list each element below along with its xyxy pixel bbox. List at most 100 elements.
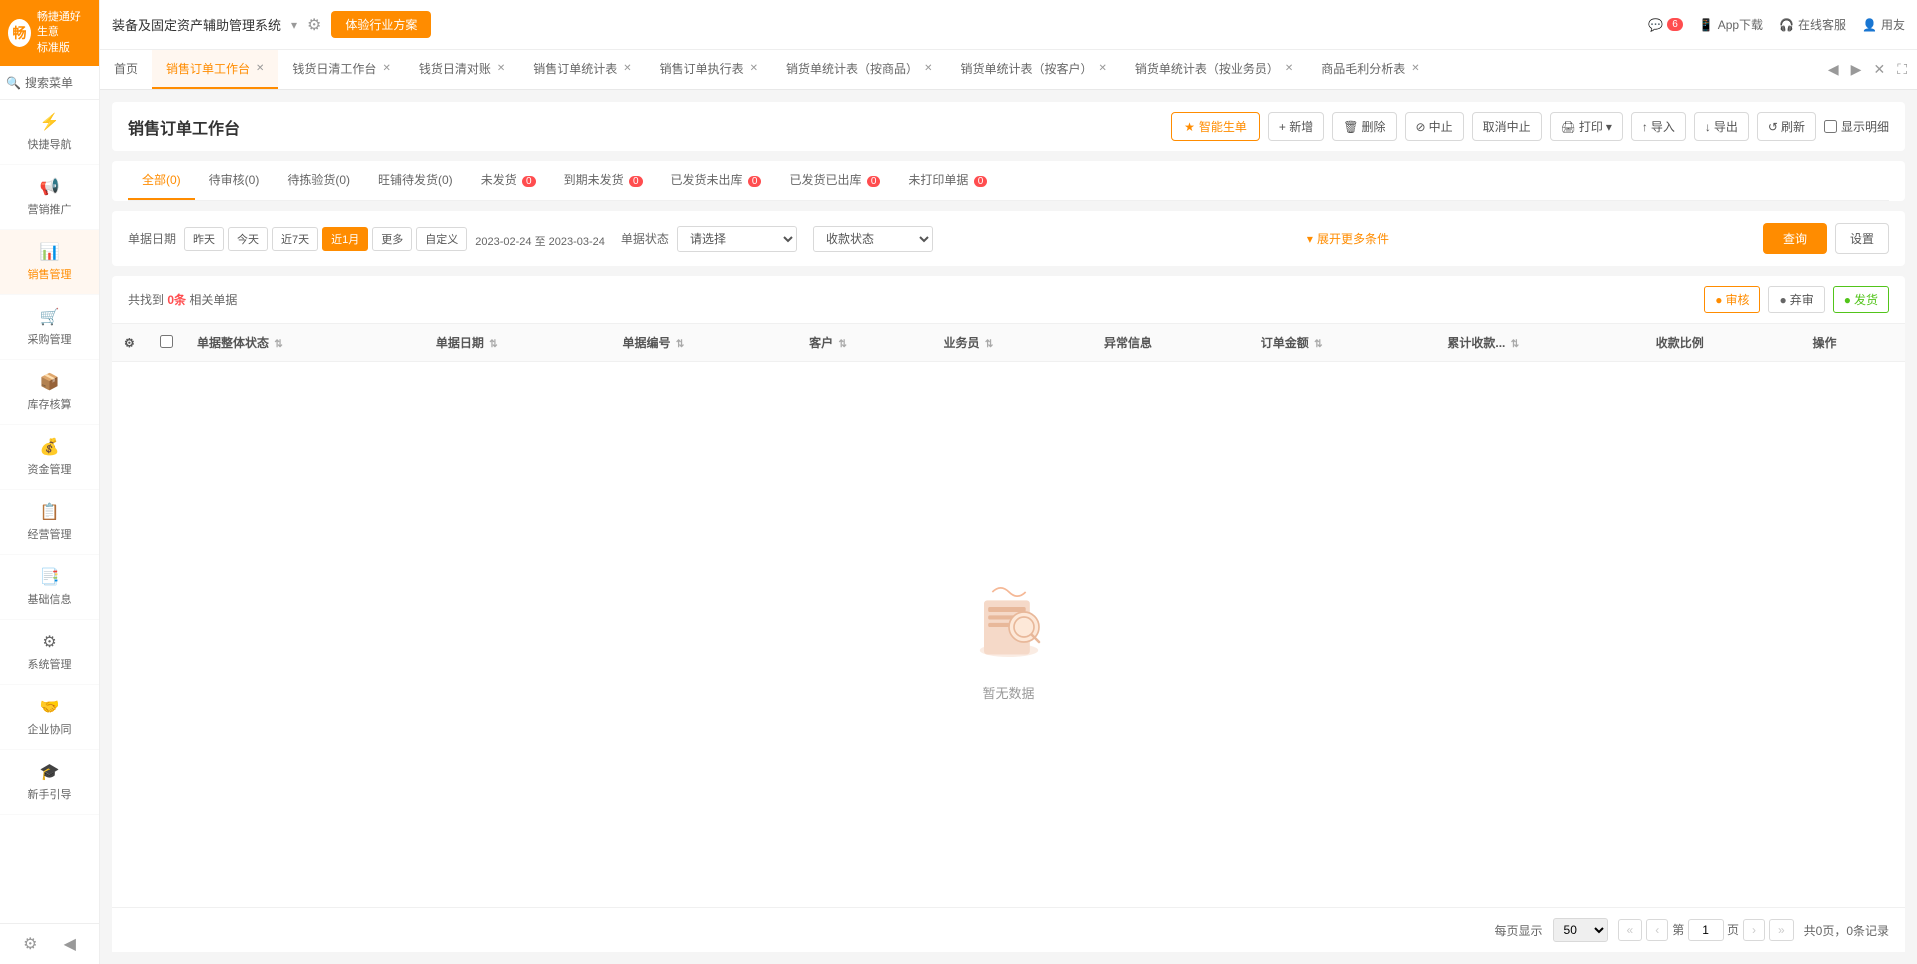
- delete-button[interactable]: 🗑 删除: [1332, 112, 1396, 141]
- yesterday-btn[interactable]: 昨天: [184, 227, 224, 251]
- unshipped-badge: 0: [522, 176, 536, 187]
- filter-tab-pending-inspect[interactable]: 待拣验货(0): [273, 161, 364, 200]
- last-page-button[interactable]: »: [1769, 919, 1794, 941]
- ship-dot: ●: [1844, 293, 1851, 307]
- tab-home[interactable]: 首页: [100, 50, 152, 89]
- filter-tab-shipped-out[interactable]: 已发货已出库 0: [775, 161, 894, 200]
- tab-close-sales-stats[interactable]: ✕: [623, 63, 631, 74]
- search-actions: 查询 设置: [1763, 223, 1889, 254]
- table-scroll[interactable]: ⚙ 单据整体状态 ⇅ 单据日期 ⇅: [112, 324, 1905, 362]
- page-input[interactable]: [1688, 919, 1724, 941]
- tab-sales-exec[interactable]: 销售订单执行表 ✕: [646, 50, 772, 89]
- sidebar-item-basic-info[interactable]: 📑 基础信息: [0, 555, 99, 620]
- filter-tab-unshipped[interactable]: 未发货 0: [467, 161, 550, 200]
- query-button[interactable]: 查询: [1763, 223, 1827, 254]
- settings-icon[interactable]: ⚙: [23, 934, 37, 954]
- sidebar-item-system[interactable]: ⚙ 系统管理: [0, 620, 99, 685]
- tab-close-all-button[interactable]: ✕: [1869, 57, 1889, 82]
- ship-button[interactable]: ● 发货: [1833, 286, 1889, 313]
- expand-conditions-button[interactable]: ▾ 展开更多条件: [1307, 230, 1389, 247]
- page-size-select[interactable]: 50 10 20 100: [1553, 918, 1608, 942]
- tab-close-sales-exec[interactable]: ✕: [750, 63, 758, 74]
- tab-sales-single-staff[interactable]: 销货单统计表（按业务员） ✕: [1121, 50, 1307, 89]
- add-button[interactable]: + 新增: [1268, 112, 1324, 141]
- collapse-icon[interactable]: ◀: [64, 934, 76, 954]
- filter-tab-pending-audit[interactable]: 待审核(0): [195, 161, 274, 200]
- next-page-button[interactable]: ›: [1743, 919, 1765, 941]
- settings-icon[interactable]: ⚙: [307, 15, 321, 35]
- sidebar-item-purchase[interactable]: 🛒 采购管理: [0, 295, 99, 360]
- sidebar-item-quick-nav[interactable]: ⚡ 快捷导航: [0, 100, 99, 165]
- tab-close-single-customer[interactable]: ✕: [1098, 63, 1106, 74]
- tab-close-product-margin[interactable]: ✕: [1411, 63, 1419, 74]
- tab-product-margin[interactable]: 商品毛利分析表 ✕: [1307, 50, 1433, 89]
- filter-tab-shipped-not-out[interactable]: 已发货未出库 0: [657, 161, 776, 200]
- show-detail-checkbox[interactable]: [1824, 120, 1837, 133]
- refresh-button[interactable]: ↺ 刷新: [1757, 112, 1816, 141]
- tab-fullscreen-button[interactable]: ⛶: [1893, 57, 1911, 82]
- sidebar-item-guide[interactable]: 🎓 新手引导: [0, 750, 99, 815]
- sidebar-item-finance[interactable]: 💰 资金管理: [0, 425, 99, 490]
- column-settings-icon[interactable]: ⚙: [124, 336, 135, 350]
- filter-tab-unprinted[interactable]: 未打印单据 0: [894, 161, 1001, 200]
- stop-button[interactable]: ⊘ 中止: [1405, 112, 1464, 141]
- select-all-checkbox[interactable]: [160, 335, 173, 348]
- sidebar-item-collab[interactable]: 🤝 企业协同: [0, 685, 99, 750]
- sort-received-icon[interactable]: ⇅: [1511, 339, 1519, 350]
- tab-close-single-product[interactable]: ✕: [924, 63, 932, 74]
- audit-button[interactable]: ● 审核: [1704, 286, 1760, 313]
- tab-next-button[interactable]: ▶: [1847, 57, 1866, 82]
- smart-create-button[interactable]: ★ 智能生单: [1171, 112, 1260, 141]
- sidebar-item-operations[interactable]: 📋 经营管理: [0, 490, 99, 555]
- prev-page-button[interactable]: ‹: [1646, 919, 1668, 941]
- status-select[interactable]: 请选择: [677, 226, 797, 252]
- more-btn[interactable]: 更多: [372, 227, 412, 251]
- tab-close-single-staff[interactable]: ✕: [1285, 63, 1293, 74]
- tab-sales-workbench[interactable]: 销售订单工作台 ✕: [152, 50, 278, 89]
- setting-button[interactable]: 设置: [1835, 223, 1889, 254]
- sort-number-icon[interactable]: ⇅: [676, 339, 684, 350]
- sidebar-item-marketing[interactable]: 📢 营销推广: [0, 165, 99, 230]
- sort-customer-icon[interactable]: ⇅: [838, 339, 846, 350]
- last1month-btn[interactable]: 近1月: [322, 227, 368, 251]
- tab-sales-single-customer[interactable]: 销货单统计表（按客户） ✕: [946, 50, 1120, 89]
- today-btn[interactable]: 今天: [228, 227, 268, 251]
- message-button[interactable]: 💬 6 💬: [1648, 18, 1683, 32]
- user-menu[interactable]: 👤 用友: [1862, 16, 1905, 33]
- show-detail-checkbox-label[interactable]: 显示明细: [1824, 118, 1889, 135]
- sidebar-item-inventory[interactable]: 📦 库存核算: [0, 360, 99, 425]
- online-service-button[interactable]: 🎧 在线客服: [1779, 16, 1846, 33]
- dropdown-icon[interactable]: ▾: [291, 18, 297, 32]
- sort-salesperson-icon[interactable]: ⇅: [985, 339, 993, 350]
- print-button[interactable]: 🖨 打印 ▾: [1550, 112, 1623, 141]
- tab-prev-button[interactable]: ◀: [1824, 57, 1843, 82]
- filter-tab-all[interactable]: 全部(0): [128, 161, 195, 200]
- sidebar-nav: ⚡ 快捷导航 📢 营销推广 📊 销售管理 🛒 采购管理 📦 库存核算 💰 资金管…: [0, 100, 99, 923]
- filter-tab-overdue[interactable]: 到期未发货 0: [550, 161, 657, 200]
- custom-btn[interactable]: 自定义: [416, 227, 467, 251]
- cancel-stop-button[interactable]: 取消中止: [1472, 112, 1542, 141]
- sidebar-item-sales[interactable]: 📊 销售管理: [0, 230, 99, 295]
- tab-close-sales-workbench[interactable]: ✕: [256, 63, 264, 74]
- filter-tab-wangpu[interactable]: 旺铺待发货(0): [364, 161, 467, 200]
- tab-close-cash-daily[interactable]: ✕: [382, 63, 390, 74]
- tab-sales-single-product[interactable]: 销货单统计表（按商品） ✕: [772, 50, 946, 89]
- tab-cash-reconcile[interactable]: 钱货日清对账 ✕: [405, 50, 519, 89]
- tab-cash-daily[interactable]: 钱货日清工作台 ✕: [278, 50, 404, 89]
- tab-sales-stats[interactable]: 销售订单统计表 ✕: [519, 50, 645, 89]
- revoke-button[interactable]: ● 弃审: [1768, 286, 1824, 313]
- app-download-button[interactable]: 📱 App下载: [1699, 16, 1763, 33]
- sidebar-search[interactable]: 🔍 搜索菜单: [0, 66, 99, 100]
- experience-button[interactable]: 体验行业方案: [331, 11, 431, 38]
- sort-date-icon[interactable]: ⇅: [489, 339, 497, 350]
- sort-status-icon[interactable]: ⇅: [274, 339, 282, 350]
- import-button[interactable]: ↑ 导入: [1631, 112, 1686, 141]
- first-page-button[interactable]: «: [1618, 919, 1643, 941]
- quick-nav-icon: ⚡: [40, 112, 60, 132]
- date-field: 单据日期 昨天 今天 近7天 近1月 更多 自定义 2023-02-24 至 2…: [128, 227, 605, 251]
- tab-close-cash-reconcile[interactable]: ✕: [497, 63, 505, 74]
- payment-status-select[interactable]: 收款状态: [813, 226, 933, 252]
- last7-btn[interactable]: 近7天: [272, 227, 318, 251]
- export-button[interactable]: ↓ 导出: [1694, 112, 1749, 141]
- sort-amount-icon[interactable]: ⇅: [1314, 339, 1322, 350]
